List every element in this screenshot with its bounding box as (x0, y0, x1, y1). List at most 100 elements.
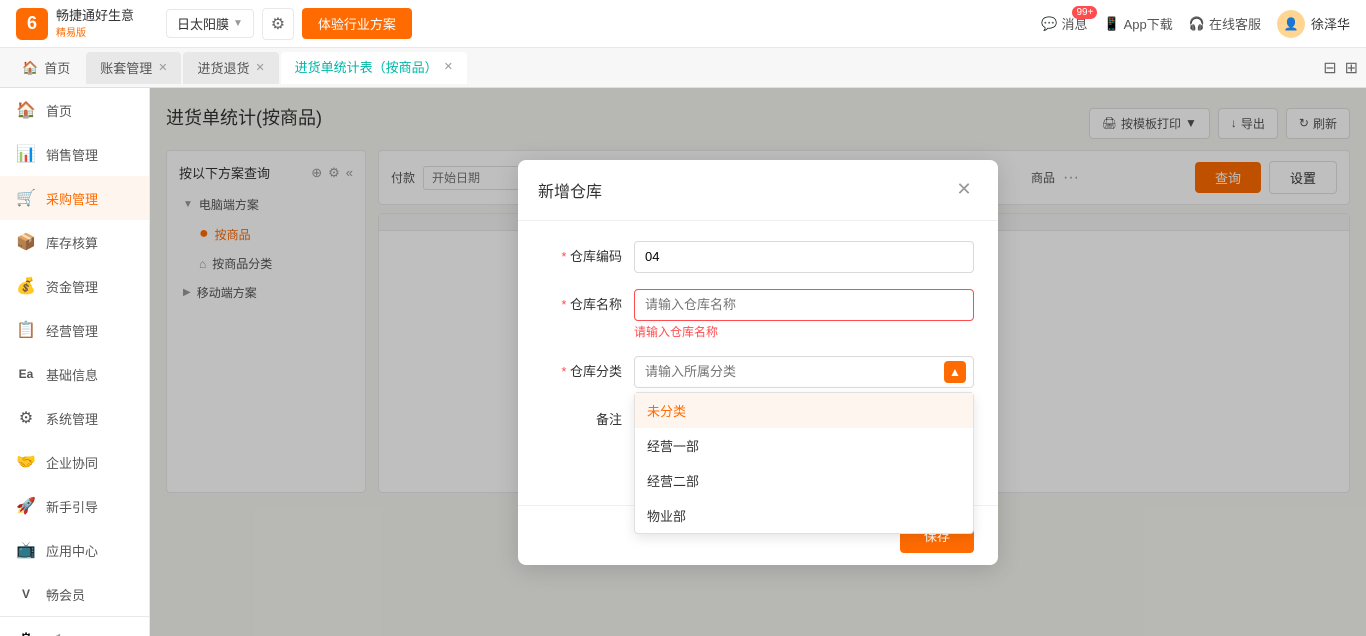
sidebar-collapse-button[interactable]: ◀ (44, 629, 64, 636)
newbie-icon: 🚀 (16, 496, 36, 516)
home-icon: 🏠 (22, 60, 38, 76)
app-center-icon: 📺 (16, 540, 36, 560)
app-badge: 精易版 (56, 24, 134, 39)
settings-bottom-icon[interactable]: ⚙ (16, 629, 36, 636)
basic-info-icon: Ea (16, 364, 36, 384)
app-download-icon: 📱 (1103, 16, 1119, 32)
app-download-label: App下载 (1124, 14, 1173, 33)
warehouse-type-control: ▲ 未分类 经营一部 经营二部 物业部 (634, 356, 974, 388)
message-badge: 99+ (1072, 6, 1097, 19)
vip-icon: V (16, 584, 36, 604)
dialog-close-button[interactable]: ✕ (950, 176, 978, 204)
dropdown-arrow-icon[interactable]: ▲ (944, 361, 966, 383)
tab-purchase-return-label: 进货退货 (197, 58, 249, 77)
dropdown-option-2[interactable]: 经营二部 (635, 463, 973, 498)
warehouse-type-dropdown: 未分类 经营一部 经营二部 物业部 (634, 392, 974, 534)
user-menu-button[interactable]: 👤 徐泽华 (1277, 10, 1350, 38)
tab-purchase-stats-label: 进货单统计表（按商品） (295, 57, 438, 76)
gear-icon: ⚙ (271, 14, 285, 34)
sidebar-item-sales[interactable]: 📊 销售管理 (0, 132, 149, 176)
header-center: 日太阳膜 ▼ ⚙ 体验行业方案 (166, 8, 1041, 40)
purchase-icon: 🛒 (16, 188, 36, 208)
home-nav-icon: 🏠 (16, 100, 36, 120)
sidebar-operations-label: 经营管理 (46, 321, 98, 340)
tab-account-label: 账套管理 (100, 58, 152, 77)
form-row-name: 仓库名称 请输入仓库名称 (542, 289, 974, 340)
remark-label: 备注 (542, 404, 622, 436)
tab-right-buttons: ⊟ ⊞ (1323, 58, 1358, 78)
store-dropdown-arrow: ▼ (233, 18, 243, 29)
tab-account[interactable]: 账套管理 ✕ (86, 52, 181, 84)
warehouse-type-label: 仓库分类 (542, 356, 622, 388)
sidebar-app-center-label: 应用中心 (46, 541, 98, 560)
dropdown-option-1[interactable]: 经营一部 (635, 428, 973, 463)
headset-icon: 🎧 (1189, 16, 1205, 32)
sidebar-item-purchase[interactable]: 🛒 采购管理 (0, 176, 149, 220)
form-row-type: 仓库分类 ▲ 未分类 经营一部 经营二部 物业部 (542, 356, 974, 388)
tab-purchase-stats[interactable]: 进货单统计表（按商品） ✕ (281, 52, 467, 84)
top-header: 6 畅捷通好生意 精易版 日太阳膜 ▼ ⚙ 体验行业方案 💬 消息 99+ 📱 … (0, 0, 1366, 48)
tab-bar: 🏠 首页 账套管理 ✕ 进货退货 ✕ 进货单统计表（按商品） ✕ ⊟ ⊞ (0, 48, 1366, 88)
message-icon: 💬 (1041, 16, 1057, 32)
warehouse-name-input[interactable] (634, 289, 974, 321)
add-warehouse-dialog: 新增仓库 ✕ 仓库编码 仓库名称 (518, 160, 998, 565)
sidebar-item-operations[interactable]: 📋 经营管理 (0, 308, 149, 352)
online-service-button[interactable]: 🎧 在线客服 (1189, 14, 1261, 33)
sidebar-item-inventory[interactable]: 📦 库存核算 (0, 220, 149, 264)
dialog-body: 仓库编码 仓库名称 请输入仓库名称 (518, 221, 998, 505)
sidebar-enterprise-label: 企业协同 (46, 453, 98, 472)
sidebar-item-basic-info[interactable]: Ea 基础信息 (0, 352, 149, 396)
modal-overlay: 新增仓库 ✕ 仓库编码 仓库名称 (150, 88, 1366, 636)
warehouse-name-error: 请输入仓库名称 (634, 323, 974, 340)
sidebar-sales-label: 销售管理 (46, 145, 98, 164)
main-layout: 🏠 首页 📊 销售管理 🛒 采购管理 📦 库存核算 💰 资金管理 📋 经营管理 … (0, 88, 1366, 636)
sidebar-system-label: 系统管理 (46, 409, 98, 428)
enterprise-icon: 🤝 (16, 452, 36, 472)
tab-purchase-stats-close[interactable]: ✕ (444, 60, 453, 73)
inventory-icon: 📦 (16, 232, 36, 252)
system-icon: ⚙ (16, 408, 36, 428)
dropdown-option-3[interactable]: 物业部 (635, 498, 973, 533)
sidebar-bottom: ⚙ ◀ (0, 616, 149, 636)
dropdown-option-0[interactable]: 未分类 (635, 393, 973, 428)
sidebar-item-vip[interactable]: V 畅会员 (0, 572, 149, 616)
tab-minimize-button[interactable]: ⊟ (1323, 58, 1336, 78)
operations-icon: 📋 (16, 320, 36, 340)
trial-button[interactable]: 体验行业方案 (302, 8, 412, 39)
dialog-title: 新增仓库 (538, 178, 602, 202)
sidebar-purchase-label: 采购管理 (46, 189, 98, 208)
sidebar-item-app-center[interactable]: 📺 应用中心 (0, 528, 149, 572)
finance-icon: 💰 (16, 276, 36, 296)
warehouse-name-label: 仓库名称 (542, 289, 622, 321)
message-button[interactable]: 💬 消息 99+ (1041, 14, 1087, 33)
tab-home-label: 首页 (44, 58, 70, 77)
tab-expand-button[interactable]: ⊞ (1345, 58, 1358, 78)
tab-account-close[interactable]: ✕ (158, 61, 167, 74)
user-name: 徐泽华 (1311, 14, 1350, 33)
avatar: 👤 (1277, 10, 1305, 38)
sidebar-item-home[interactable]: 🏠 首页 (0, 88, 149, 132)
app-name: 畅捷通好生意 (56, 8, 134, 24)
warehouse-code-input[interactable] (634, 241, 974, 273)
sidebar-item-newbie[interactable]: 🚀 新手引导 (0, 484, 149, 528)
tab-home[interactable]: 🏠 首页 (8, 52, 84, 84)
sidebar-item-finance[interactable]: 💰 资金管理 (0, 264, 149, 308)
store-selector[interactable]: 日太阳膜 ▼ (166, 9, 254, 38)
service-label: 在线客服 (1209, 14, 1261, 33)
sidebar-item-enterprise[interactable]: 🤝 企业协同 (0, 440, 149, 484)
sidebar-home-label: 首页 (46, 101, 72, 120)
sidebar-item-system[interactable]: ⚙ 系统管理 (0, 396, 149, 440)
warehouse-type-input[interactable] (634, 356, 974, 388)
store-name: 日太阳膜 (177, 14, 229, 33)
sidebar: 🏠 首页 📊 销售管理 🛒 采购管理 📦 库存核算 💰 资金管理 📋 经营管理 … (0, 88, 150, 636)
warehouse-name-control: 请输入仓库名称 (634, 289, 974, 340)
app-download-button[interactable]: 📱 App下载 (1103, 14, 1172, 33)
settings-button[interactable]: ⚙ (262, 8, 294, 40)
tab-purchase-return-close[interactable]: ✕ (255, 61, 264, 74)
content-area: 进货单统计(按商品) 🖨 按模板打印 ▼ ↓ 导出 ↻ 刷新 (150, 88, 1366, 636)
sidebar-finance-label: 资金管理 (46, 277, 98, 296)
form-row-code: 仓库编码 (542, 241, 974, 273)
logo-area: 6 畅捷通好生意 精易版 (16, 8, 166, 40)
tab-purchase-return[interactable]: 进货退货 ✕ (183, 52, 278, 84)
warehouse-code-control (634, 241, 974, 273)
